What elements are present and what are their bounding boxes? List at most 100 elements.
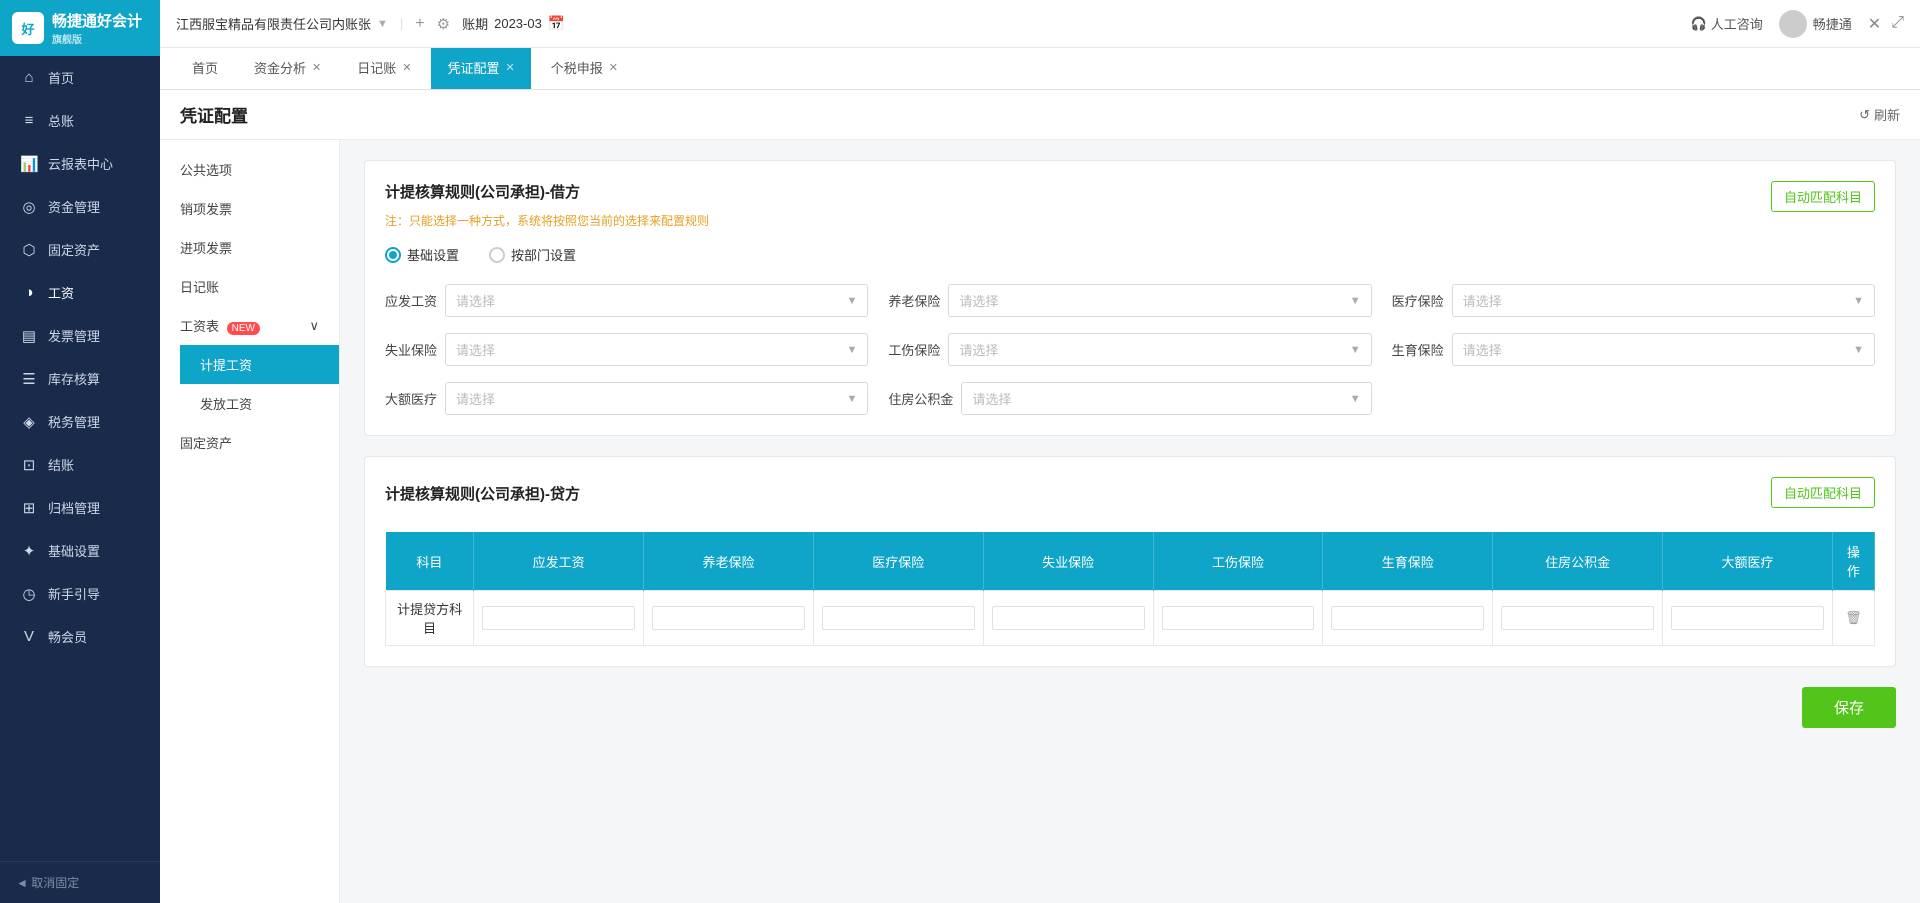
- tab-journal[interactable]: 日记账 ✕: [341, 48, 427, 89]
- select-daejyiliao-text: 请选择: [456, 389, 495, 408]
- field-yingfa-gongzi: 应发工资 请选择 ▼: [385, 284, 868, 317]
- sidebar-footer[interactable]: ◄ 取消固定: [0, 861, 160, 903]
- sidebar-item-member[interactable]: V 畅会员: [0, 615, 160, 658]
- menu-item-salary-table[interactable]: 工资表 NEW ∨: [160, 306, 339, 345]
- debit-section: 计提核算规则(公司承担)-借方 注：只能选择一种方式，系统将按照您当前的选择来配…: [364, 160, 1896, 436]
- input-shengyu[interactable]: [1331, 606, 1484, 630]
- radio-dept-circle: [489, 247, 505, 263]
- sidebar-item-fund[interactable]: ◎ 资金管理: [0, 185, 160, 228]
- cell-yiliao[interactable]: [813, 591, 983, 646]
- window-maximize-icon[interactable]: ⤢: [1891, 14, 1904, 34]
- avatar: [1779, 10, 1807, 38]
- sidebar-label-fund: 资金管理: [48, 197, 100, 216]
- tab-voucher-label: 凭证配置: [447, 58, 499, 77]
- label-gongjijin: 住房公积金: [888, 389, 953, 408]
- sidebar-nav: ⌂ 首页 ≡ 总账 📊 云报表中心 ◎ 资金管理 ⬡ 固定资产 ◑ 工资 ▤ 发…: [0, 56, 160, 861]
- tab-voucher-close[interactable]: ✕: [506, 61, 515, 74]
- service-button[interactable]: 🎧 人工咨询: [1691, 14, 1763, 33]
- tab-tax-label: 个税申报: [551, 58, 603, 77]
- menu-item-pay-salary[interactable]: 发放工资: [180, 384, 339, 423]
- radio-dept[interactable]: 按部门设置: [489, 245, 576, 264]
- input-daejyiliao[interactable]: [1671, 606, 1824, 630]
- cell-shengyu[interactable]: [1323, 591, 1493, 646]
- sidebar-item-ledger[interactable]: ≡ 总账: [0, 99, 160, 142]
- add-company-icon[interactable]: +: [415, 15, 424, 33]
- sidebar-item-inventory[interactable]: ☰ 库存核算: [0, 357, 160, 400]
- select-yanglao-text: 请选择: [959, 291, 998, 310]
- menu-item-sales[interactable]: 销项发票: [160, 189, 339, 228]
- cell-gongshang[interactable]: [1153, 591, 1323, 646]
- tab-journal-label: 日记账: [357, 58, 396, 77]
- cell-yanglao[interactable]: [644, 591, 814, 646]
- tab-home[interactable]: 首页: [176, 48, 234, 89]
- th-yiliao: 医疗保险: [813, 532, 983, 591]
- label-daejyiliao: 大额医疗: [385, 389, 437, 408]
- menu-item-purchase[interactable]: 进项发票: [160, 228, 339, 267]
- sidebar-item-guide[interactable]: ◷ 新手引导: [0, 572, 160, 615]
- topbar: 江西服宝精品有限责任公司内账张 ▼ | + ⚙ 账期 2023-03 📅 🎧 人…: [160, 0, 1920, 48]
- right-content: 计提核算规则(公司承担)-借方 注：只能选择一种方式，系统将按照您当前的选择来配…: [340, 140, 1920, 903]
- sidebar-item-tax[interactable]: ◈ 税务管理: [0, 400, 160, 443]
- select-daejyiliao[interactable]: 请选择 ▼: [445, 382, 868, 415]
- cell-shiye[interactable]: [983, 591, 1153, 646]
- sidebar-item-reports[interactable]: 📊 云报表中心: [0, 142, 160, 185]
- th-shiye: 失业保险: [983, 532, 1153, 591]
- tab-fund-close[interactable]: ✕: [312, 61, 321, 74]
- sidebar-label-salary: 工资: [48, 283, 74, 302]
- credit-auto-match-button[interactable]: 自动匹配科目: [1771, 477, 1875, 508]
- input-yingfa[interactable]: [482, 606, 635, 630]
- delete-icon[interactable]: 🗑: [1845, 610, 1862, 625]
- menu-item-journal[interactable]: 日记账: [160, 267, 339, 306]
- settings-gear-icon[interactable]: ⚙: [437, 15, 450, 33]
- cell-daejyiliao[interactable]: [1663, 591, 1833, 646]
- tabbar: 首页 资金分析 ✕ 日记账 ✕ 凭证配置 ✕ 个税申报 ✕: [160, 48, 1920, 90]
- sidebar-item-assets[interactable]: ⬡ 固定资产: [0, 228, 160, 271]
- select-shiye-text: 请选择: [456, 340, 495, 359]
- menu-item-common[interactable]: 公共选项: [160, 150, 339, 189]
- sidebar-item-salary[interactable]: ◑ 工资: [0, 271, 160, 314]
- tab-fund[interactable]: 资金分析 ✕: [238, 48, 337, 89]
- select-yiliao[interactable]: 请选择 ▼: [1452, 284, 1875, 317]
- cell-yingfa[interactable]: [474, 591, 644, 646]
- input-yiliao[interactable]: [822, 606, 975, 630]
- refresh-button[interactable]: ↺ 刷新: [1859, 105, 1900, 124]
- tab-tax-close[interactable]: ✕: [609, 61, 618, 74]
- select-shengyu[interactable]: 请选择 ▼: [1452, 333, 1875, 366]
- sidebar-item-archive[interactable]: ⊞ 归档管理: [0, 486, 160, 529]
- sidebar-item-home[interactable]: ⌂ 首页: [0, 56, 160, 99]
- input-gongshang[interactable]: [1162, 606, 1315, 630]
- window-close-icon[interactable]: ✕: [1868, 14, 1881, 34]
- select-gongshang[interactable]: 请选择 ▼: [948, 333, 1371, 366]
- tab-voucher[interactable]: 凭证配置 ✕: [431, 48, 530, 89]
- content-wrap: 公共选项 销项发票 进项发票 日记账 工资表 NEW ∨ 计提工资 发放工资 固…: [160, 140, 1920, 903]
- sidebar-item-invoice[interactable]: ▤ 发票管理: [0, 314, 160, 357]
- select-gongjijin[interactable]: 请选择 ▼: [961, 382, 1371, 415]
- calendar-icon[interactable]: 📅: [548, 15, 565, 32]
- sidebar-logo: 好 畅捷通好会计 旗舰版: [0, 0, 160, 56]
- radio-basic[interactable]: 基础设置: [385, 245, 459, 264]
- company-selector[interactable]: 江西服宝精品有限责任公司内账张 ▼: [176, 14, 388, 33]
- input-gongjijin[interactable]: [1501, 606, 1654, 630]
- select-yanglao[interactable]: 请选择 ▼: [948, 284, 1371, 317]
- cell-row-name: 计提贷方科目: [386, 591, 474, 646]
- table-header-row: 科目 应发工资 养老保险 医疗保险 失业保险 工伤保险 生育保险 住房公积金 大…: [386, 532, 1875, 591]
- tab-tax[interactable]: 个税申报 ✕: [535, 48, 634, 89]
- select-shiye[interactable]: 请选择 ▼: [445, 333, 868, 366]
- input-yanglao[interactable]: [652, 606, 805, 630]
- credit-section: 计提核算规则(公司承担)-贷方 自动匹配科目 科目 应发工资 养老保险 医疗保险…: [364, 456, 1896, 667]
- salary-table-label: 工资表 NEW: [180, 316, 260, 335]
- select-yingfa[interactable]: 请选择 ▼: [445, 284, 868, 317]
- save-button[interactable]: 保存: [1802, 687, 1896, 728]
- sidebar-label-reports: 云报表中心: [48, 154, 113, 173]
- settings-icon: ✦: [20, 542, 38, 560]
- th-gongshang: 工伤保险: [1153, 532, 1323, 591]
- cell-gongjijin[interactable]: [1493, 591, 1663, 646]
- tab-journal-close[interactable]: ✕: [402, 61, 411, 74]
- input-shiye[interactable]: [992, 606, 1145, 630]
- menu-item-advance-salary[interactable]: 计提工资: [180, 345, 339, 384]
- menu-item-fixed-assets[interactable]: 固定资产: [160, 423, 339, 462]
- debit-auto-match-button[interactable]: 自动匹配科目: [1771, 181, 1875, 212]
- user-button[interactable]: 畅捷通: [1779, 10, 1852, 38]
- sidebar-item-settings[interactable]: ✦ 基础设置: [0, 529, 160, 572]
- sidebar-item-close[interactable]: ⊡ 结账: [0, 443, 160, 486]
